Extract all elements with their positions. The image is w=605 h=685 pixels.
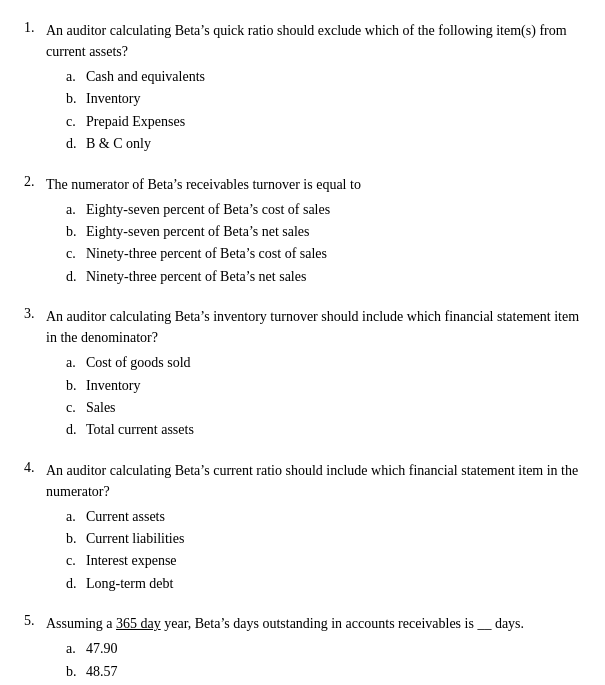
option-text: Cost of goods sold [86, 352, 191, 374]
option-text: B & C only [86, 133, 151, 155]
option-text: Prepaid Expenses [86, 111, 185, 133]
option-text: Ninety-three percent of Beta’s cost of s… [86, 243, 327, 265]
option-text: Current liabilities [86, 528, 184, 550]
option-text: Cash and equivalents [86, 66, 205, 88]
question-3: 3.An auditor calculating Beta’s inventor… [24, 306, 581, 442]
options-list-5: a.47.90b.48.57c.61.55 [46, 638, 581, 685]
options-list-1: a.Cash and equivalentsb.Inventoryc.Prepa… [46, 66, 581, 156]
question-content-4: An auditor calculating Beta’s current ra… [46, 460, 581, 596]
option-text: Inventory [86, 88, 140, 110]
option-item: c.Sales [66, 397, 581, 419]
option-text: Sales [86, 397, 116, 419]
question-4: 4.An auditor calculating Beta’s current … [24, 460, 581, 596]
option-item: d.B & C only [66, 133, 581, 155]
option-text: 47.90 [86, 638, 118, 660]
question-number-5: 5. [24, 613, 46, 685]
option-label: b. [66, 375, 86, 397]
question-content-1: An auditor calculating Beta’s quick rati… [46, 20, 581, 156]
option-item: c.Interest expense [66, 550, 581, 572]
question-text-4: An auditor calculating Beta’s current ra… [46, 460, 581, 502]
option-item: d.Ninety-three percent of Beta’s net sal… [66, 266, 581, 288]
question-content-2: The numerator of Beta’s receivables turn… [46, 174, 581, 289]
option-item: b.Current liabilities [66, 528, 581, 550]
option-text: 48.57 [86, 661, 118, 683]
option-item: a.Current assets [66, 506, 581, 528]
option-item: a.47.90 [66, 638, 581, 660]
option-label: b. [66, 221, 86, 243]
option-label: c. [66, 397, 86, 419]
option-item: c.Ninety-three percent of Beta’s cost of… [66, 243, 581, 265]
option-label: a. [66, 638, 86, 660]
option-item: a.Eighty-seven percent of Beta’s cost of… [66, 199, 581, 221]
option-item: b.Inventory [66, 88, 581, 110]
option-item: b.Inventory [66, 375, 581, 397]
option-label: a. [66, 199, 86, 221]
questions-container: 1.An auditor calculating Beta’s quick ra… [24, 20, 581, 685]
options-list-3: a.Cost of goods soldb.Inventoryc.Salesd.… [46, 352, 581, 442]
question-text-3: An auditor calculating Beta’s inventory … [46, 306, 581, 348]
option-text: Ninety-three percent of Beta’s net sales [86, 266, 306, 288]
option-label: b. [66, 88, 86, 110]
option-item: b.48.57 [66, 661, 581, 683]
option-text: Current assets [86, 506, 165, 528]
option-item: d.Long-term debt [66, 573, 581, 595]
question-number-2: 2. [24, 174, 46, 289]
option-item: a.Cash and equivalents [66, 66, 581, 88]
option-label: c. [66, 550, 86, 572]
option-label: b. [66, 528, 86, 550]
option-text: Eighty-seven percent of Beta’s cost of s… [86, 199, 330, 221]
question-number-1: 1. [24, 20, 46, 156]
option-item: c.Prepaid Expenses [66, 111, 581, 133]
option-label: a. [66, 506, 86, 528]
option-item: d.Total current assets [66, 419, 581, 441]
underlined-text: 365 day [116, 616, 161, 631]
option-label: d. [66, 133, 86, 155]
question-text-5: Assuming a 365 day year, Beta’s days out… [46, 613, 581, 634]
options-list-2: a.Eighty-seven percent of Beta’s cost of… [46, 199, 581, 289]
option-item: a.Cost of goods sold [66, 352, 581, 374]
question-number-3: 3. [24, 306, 46, 442]
option-label: c. [66, 243, 86, 265]
option-item: b.Eighty-seven percent of Beta’s net sal… [66, 221, 581, 243]
question-2: 2.The numerator of Beta’s receivables tu… [24, 174, 581, 289]
question-text-2: The numerator of Beta’s receivables turn… [46, 174, 581, 195]
question-1: 1.An auditor calculating Beta’s quick ra… [24, 20, 581, 156]
option-text: Eighty-seven percent of Beta’s net sales [86, 221, 310, 243]
question-text-1: An auditor calculating Beta’s quick rati… [46, 20, 581, 62]
option-label: d. [66, 573, 86, 595]
question-content-5: Assuming a 365 day year, Beta’s days out… [46, 613, 581, 685]
option-text: Total current assets [86, 419, 194, 441]
options-list-4: a.Current assetsb.Current liabilitiesc.I… [46, 506, 581, 596]
option-label: b. [66, 661, 86, 683]
question-content-3: An auditor calculating Beta’s inventory … [46, 306, 581, 442]
option-label: d. [66, 266, 86, 288]
option-label: a. [66, 352, 86, 374]
option-label: c. [66, 111, 86, 133]
option-label: a. [66, 66, 86, 88]
option-text: Interest expense [86, 550, 177, 572]
option-text: Long-term debt [86, 573, 173, 595]
question-5: 5.Assuming a 365 day year, Beta’s days o… [24, 613, 581, 685]
option-text: Inventory [86, 375, 140, 397]
option-label: d. [66, 419, 86, 441]
question-number-4: 4. [24, 460, 46, 596]
